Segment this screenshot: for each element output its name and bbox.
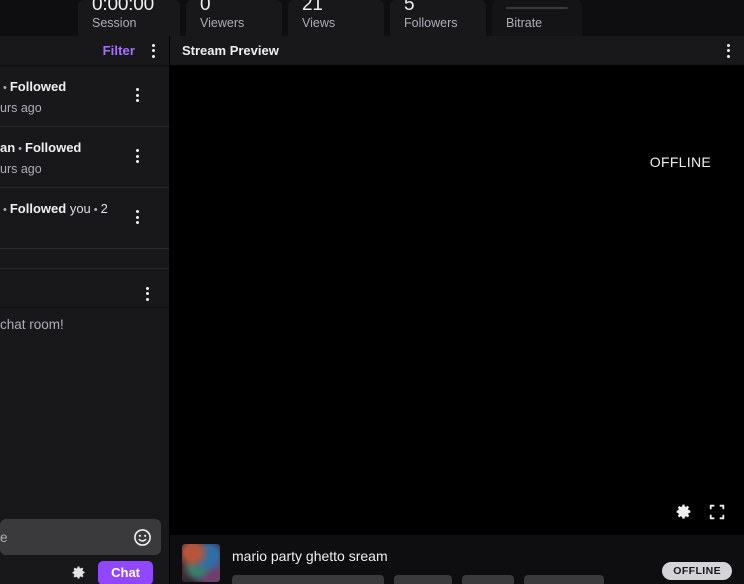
offline-overlay-label: OFFLINE: [649, 154, 711, 170]
main-content: Stream Preview OFFLINE mario party ghett…: [170, 36, 744, 584]
kebab-menu-icon[interactable]: [139, 283, 155, 305]
stream-preview-header: Stream Preview: [170, 36, 744, 66]
stream-meta-pill[interactable]: [394, 575, 452, 584]
chat-panel-header: [0, 280, 169, 308]
activity-row-partial[interactable]: [0, 249, 169, 269]
stat-card-viewers[interactable]: 0 Viewers: [186, 0, 282, 36]
activity-event-label: Followed: [9, 79, 67, 94]
chat-welcome-message: chat room!: [0, 317, 64, 332]
video-player[interactable]: OFFLINE: [170, 66, 744, 535]
left-sidebar: Filter • Followed urs ago an • Followed urs…: [0, 36, 170, 584]
activity-feed-list: • Followed urs ago an • Followed urs ago • F…: [0, 66, 169, 280]
activity-separator-dot: •: [18, 143, 23, 155]
activity-count: 2: [100, 201, 108, 216]
stats-strip: 0:00:00 Session 0 Viewers 21 Views 5 Fol…: [0, 0, 744, 36]
stat-card-bitrate[interactable]: Bitrate: [492, 0, 582, 36]
activity-row[interactable]: an • Followed urs ago: [0, 127, 169, 188]
stat-label-views: Views: [302, 16, 336, 30]
stream-meta-pill[interactable]: [524, 575, 604, 584]
stream-info-bar: mario party ghetto sream OFFLINE: [170, 535, 744, 584]
kebab-menu-icon[interactable]: [145, 40, 161, 62]
stat-value-session: 0:00:00: [92, 0, 154, 15]
chat-input-value: e: [0, 529, 8, 545]
activity-separator-dot: •: [3, 204, 7, 216]
chat-input[interactable]: e: [0, 519, 161, 555]
status-badge: OFFLINE: [662, 562, 732, 580]
stat-value-views: 21: [302, 0, 323, 15]
stat-card-session[interactable]: 0:00:00 Session: [78, 0, 180, 36]
chat-message-list: chat room!: [0, 308, 169, 513]
activity-row[interactable]: • Followed urs ago: [0, 66, 169, 127]
stat-label-bitrate: Bitrate: [506, 16, 543, 30]
chat-action-row: Chat: [0, 561, 161, 584]
stat-card-followers[interactable]: 5 Followers: [390, 0, 486, 36]
activity-event-label: Followed: [25, 140, 82, 155]
bitrate-empty-indicator: [506, 7, 568, 9]
stat-label-session: Session: [92, 16, 137, 30]
stream-dashboard: 0:00:00 Session 0 Viewers 21 Views 5 Fol…: [0, 0, 744, 584]
activity-event-label: Followed: [9, 201, 67, 216]
avatar[interactable]: [182, 544, 220, 582]
activity-row[interactable]: • Followed you • 2: [0, 188, 169, 249]
fullscreen-icon[interactable]: [707, 502, 726, 521]
activity-feed-header: Filter: [0, 36, 169, 66]
stat-card-views[interactable]: 21 Views: [288, 0, 384, 36]
video-controls: [674, 502, 726, 521]
kebab-menu-icon[interactable]: [129, 206, 145, 228]
chat-compose-area: e Chat: [0, 513, 169, 584]
stream-preview-title: Stream Preview: [182, 43, 279, 58]
kebab-menu-icon[interactable]: [129, 145, 145, 167]
send-chat-button[interactable]: Chat: [98, 561, 153, 584]
stream-meta-pill[interactable]: [232, 575, 384, 584]
stream-meta-pill[interactable]: [462, 575, 514, 584]
stat-label-followers: Followers: [404, 16, 458, 30]
activity-count-separator: •: [93, 204, 98, 216]
stat-value-viewers: 0: [200, 0, 211, 15]
kebab-menu-icon[interactable]: [129, 84, 145, 106]
activity-event-suffix: you: [69, 201, 91, 216]
gear-icon[interactable]: [674, 502, 693, 521]
stat-label-viewers: Viewers: [200, 16, 245, 30]
smiley-face-icon[interactable]: [131, 526, 153, 548]
stat-value-followers: 5: [404, 0, 415, 15]
kebab-menu-icon[interactable]: [720, 40, 736, 62]
gear-icon[interactable]: [70, 564, 88, 582]
activity-separator-dot: •: [3, 82, 7, 94]
activity-user-name: an: [0, 140, 16, 155]
filter-button[interactable]: Filter: [103, 43, 135, 58]
